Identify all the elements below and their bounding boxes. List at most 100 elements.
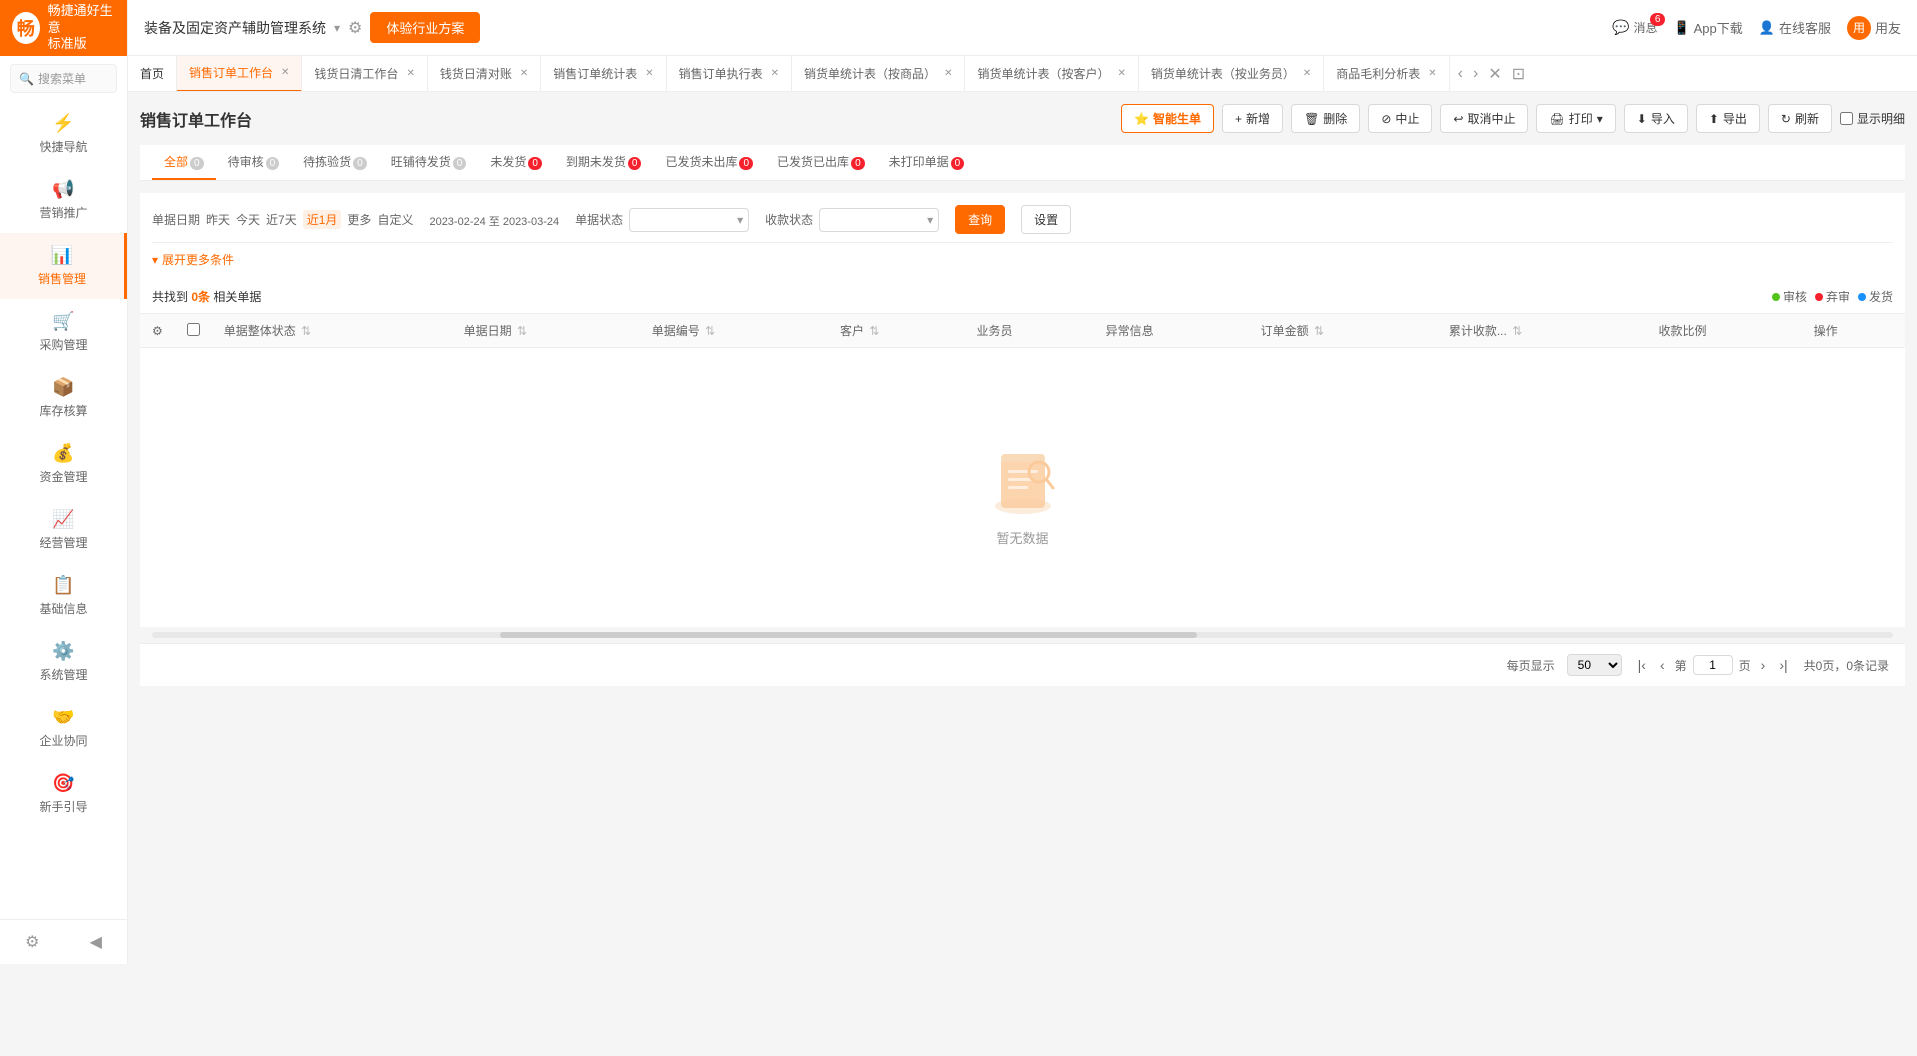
search-settings-btn[interactable]: 设置	[1021, 205, 1071, 234]
quick-review-btn[interactable]: 审核	[1772, 288, 1807, 305]
tab-close-sales-workbench[interactable]: ✕	[281, 67, 289, 78]
industry-btn[interactable]: 体验行业方案	[370, 12, 480, 43]
sort-customer-icon[interactable]: ⇅	[869, 324, 879, 338]
online-service-link[interactable]: 👤 在线客服	[1759, 18, 1831, 37]
tab-gross-profit[interactable]: 商品毛利分析表 ✕	[1324, 56, 1449, 92]
tab-close-cash-daily[interactable]: ✕	[406, 68, 414, 79]
expand-more-btn[interactable]: ▾ 展开更多条件	[152, 242, 1893, 268]
page-size-select[interactable]: 50 100 200	[1567, 654, 1622, 676]
col-header-actions: 操作	[1802, 314, 1905, 348]
sidebar-item-operations[interactable]: 📈 经营管理	[0, 497, 127, 563]
tab-expand-btn[interactable]: ⊡	[1508, 64, 1529, 84]
delete-btn[interactable]: 🗑 删除	[1291, 104, 1360, 133]
filter-tab-not-printed[interactable]: 未打印单据0	[877, 145, 977, 180]
scroll-thumb[interactable]	[500, 632, 1196, 638]
filter-tab-shipped-out[interactable]: 已发货已出库0	[765, 145, 877, 180]
refresh-btn[interactable]: ↻ 刷新	[1768, 104, 1832, 133]
sort-status-icon[interactable]: ⇅	[301, 324, 311, 338]
tab-sales-exec[interactable]: 销售订单执行表 ✕	[667, 56, 792, 92]
inventory-icon: 📦	[52, 377, 74, 398]
column-settings-icon[interactable]: ⚙	[152, 324, 163, 338]
table-quick-actions: 审核 弃审 发货	[1772, 288, 1893, 305]
message-icon-area[interactable]: 💬 消息 6	[1612, 19, 1657, 36]
sidebar-item-base-info[interactable]: 📋 基础信息	[0, 563, 127, 629]
tab-prev-btn[interactable]: ‹	[1454, 65, 1467, 83]
print-btn[interactable]: 🖨 打印 ▾	[1536, 104, 1615, 133]
sidebar-item-quick-nav[interactable]: ⚡ 快捷导航	[0, 101, 127, 167]
user-menu[interactable]: 用 用友	[1847, 16, 1901, 40]
tab-close-cash-reconcile[interactable]: ✕	[520, 68, 528, 79]
filter-tab-pending-review[interactable]: 待审核0	[216, 145, 292, 180]
select-all-checkbox[interactable]	[187, 323, 200, 336]
sidebar-item-finance[interactable]: 💰 资金管理	[0, 431, 127, 497]
tab-close-sales-summary-staff[interactable]: ✕	[1303, 68, 1311, 79]
quick-ship-btn[interactable]: 发货	[1858, 288, 1893, 305]
export-btn[interactable]: ⬆ 导出	[1696, 104, 1760, 133]
filter-tab-wangpu-ship[interactable]: 旺铺待发货0	[379, 145, 479, 180]
filter-tab-all[interactable]: 全部0	[152, 145, 216, 180]
first-page-btn[interactable]: |‹	[1634, 655, 1650, 675]
prev-page-btn[interactable]: ‹	[1656, 655, 1669, 675]
next-page-btn[interactable]: ›	[1757, 655, 1770, 675]
tab-sales-summary-customer[interactable]: 销货单统计表（按客户） ✕	[965, 56, 1138, 92]
page-input[interactable]	[1693, 655, 1733, 675]
tab-sales-summary-staff[interactable]: 销货单统计表（按业务员） ✕	[1139, 56, 1324, 92]
shortcut-today[interactable]: 今天	[236, 211, 260, 228]
filter-tab-overdue-not-ship[interactable]: 到期未发货0	[554, 145, 654, 180]
last-page-btn[interactable]: ›|	[1775, 655, 1791, 675]
shortcut-1month[interactable]: 近1月	[303, 210, 342, 229]
tab-close-all-btn[interactable]: ✕	[1484, 64, 1505, 84]
sidebar-item-marketing[interactable]: 📢 营销推广	[0, 167, 127, 233]
smart-generate-btn[interactable]: ⭐ 智能生单	[1121, 104, 1214, 133]
cancel-stop-btn[interactable]: ↩ 取消中止	[1440, 104, 1528, 133]
sort-number-icon[interactable]: ⇅	[705, 324, 715, 338]
sidebar-item-guide[interactable]: 🎯 新手引导	[0, 761, 127, 827]
tab-sales-workbench[interactable]: 销售订单工作台 ✕	[177, 56, 302, 92]
marketing-icon: 📢	[52, 179, 74, 200]
tab-next-btn[interactable]: ›	[1469, 65, 1482, 83]
tab-close-sales-exec[interactable]: ✕	[771, 68, 779, 79]
sidebar-item-sales[interactable]: 📊 销售管理	[0, 233, 127, 299]
search-menu-button[interactable]: 🔍 搜索菜单	[10, 64, 117, 93]
sidebar-item-system[interactable]: ⚙️ 系统管理	[0, 629, 127, 695]
tab-cash-reconcile[interactable]: 钱货日清对账 ✕	[428, 56, 541, 92]
tab-sales-summary-product[interactable]: 销货单统计表（按商品） ✕	[792, 56, 965, 92]
payment-select[interactable]	[819, 208, 939, 232]
logo-icon: 畅	[12, 12, 40, 44]
sidebar-item-cooperation[interactable]: 🤝 企业协同	[0, 695, 127, 761]
app-download-link[interactable]: 📱 App下载	[1673, 18, 1742, 37]
tab-close-sales-summary-product[interactable]: ✕	[944, 68, 952, 79]
header-settings-icon[interactable]: ⚙	[348, 18, 362, 38]
tab-close-sales-stats[interactable]: ✕	[645, 68, 653, 79]
sort-collected-icon[interactable]: ⇅	[1512, 324, 1522, 338]
shortcut-7days[interactable]: 近7天	[266, 211, 297, 228]
collapse-icon[interactable]: ◀	[90, 932, 102, 952]
sidebar-item-inventory[interactable]: 📦 库存核算	[0, 365, 127, 431]
table-header-row: ⚙ 单据整体状态 ⇅ 单据日期 ⇅	[140, 314, 1905, 348]
shortcut-yesterday[interactable]: 昨天	[206, 211, 230, 228]
tab-cash-daily[interactable]: 钱货日清工作台 ✕	[302, 56, 427, 92]
shortcut-custom[interactable]: 自定义	[377, 211, 413, 228]
sidebar-item-purchase[interactable]: 🛒 采购管理	[0, 299, 127, 365]
query-btn[interactable]: 查询	[955, 205, 1005, 234]
show-detail-checkbox[interactable]	[1840, 112, 1853, 125]
show-detail-label[interactable]: 显示明细	[1840, 110, 1905, 127]
filter-tab-not-shipped[interactable]: 未发货0	[478, 145, 554, 180]
settings-bottom-icon[interactable]: ⚙	[25, 932, 39, 952]
status-select[interactable]	[629, 208, 749, 232]
tab-home[interactable]: 首页	[128, 56, 177, 92]
sort-date-icon[interactable]: ⇅	[517, 324, 527, 338]
add-btn[interactable]: + 新增	[1222, 104, 1283, 133]
tab-sales-stats[interactable]: 销售订单统计表 ✕	[541, 56, 666, 92]
operations-icon: 📈	[52, 509, 74, 530]
tab-close-gross-profit[interactable]: ✕	[1428, 68, 1436, 79]
sidebar-bottom: ⚙ ◀	[0, 919, 127, 964]
quick-cancel-review-btn[interactable]: 弃审	[1815, 288, 1850, 305]
filter-tab-shipped-not-out[interactable]: 已发货未出库0	[653, 145, 765, 180]
filter-tab-pending-inspect[interactable]: 待拣验货0	[291, 145, 379, 180]
sort-amount-icon[interactable]: ⇅	[1314, 324, 1324, 338]
tab-close-sales-summary-customer[interactable]: ✕	[1117, 68, 1125, 79]
import-btn[interactable]: ⬇ 导入	[1624, 104, 1688, 133]
shortcut-more[interactable]: 更多	[347, 211, 371, 228]
stop-btn[interactable]: ⊘ 中止	[1368, 104, 1432, 133]
